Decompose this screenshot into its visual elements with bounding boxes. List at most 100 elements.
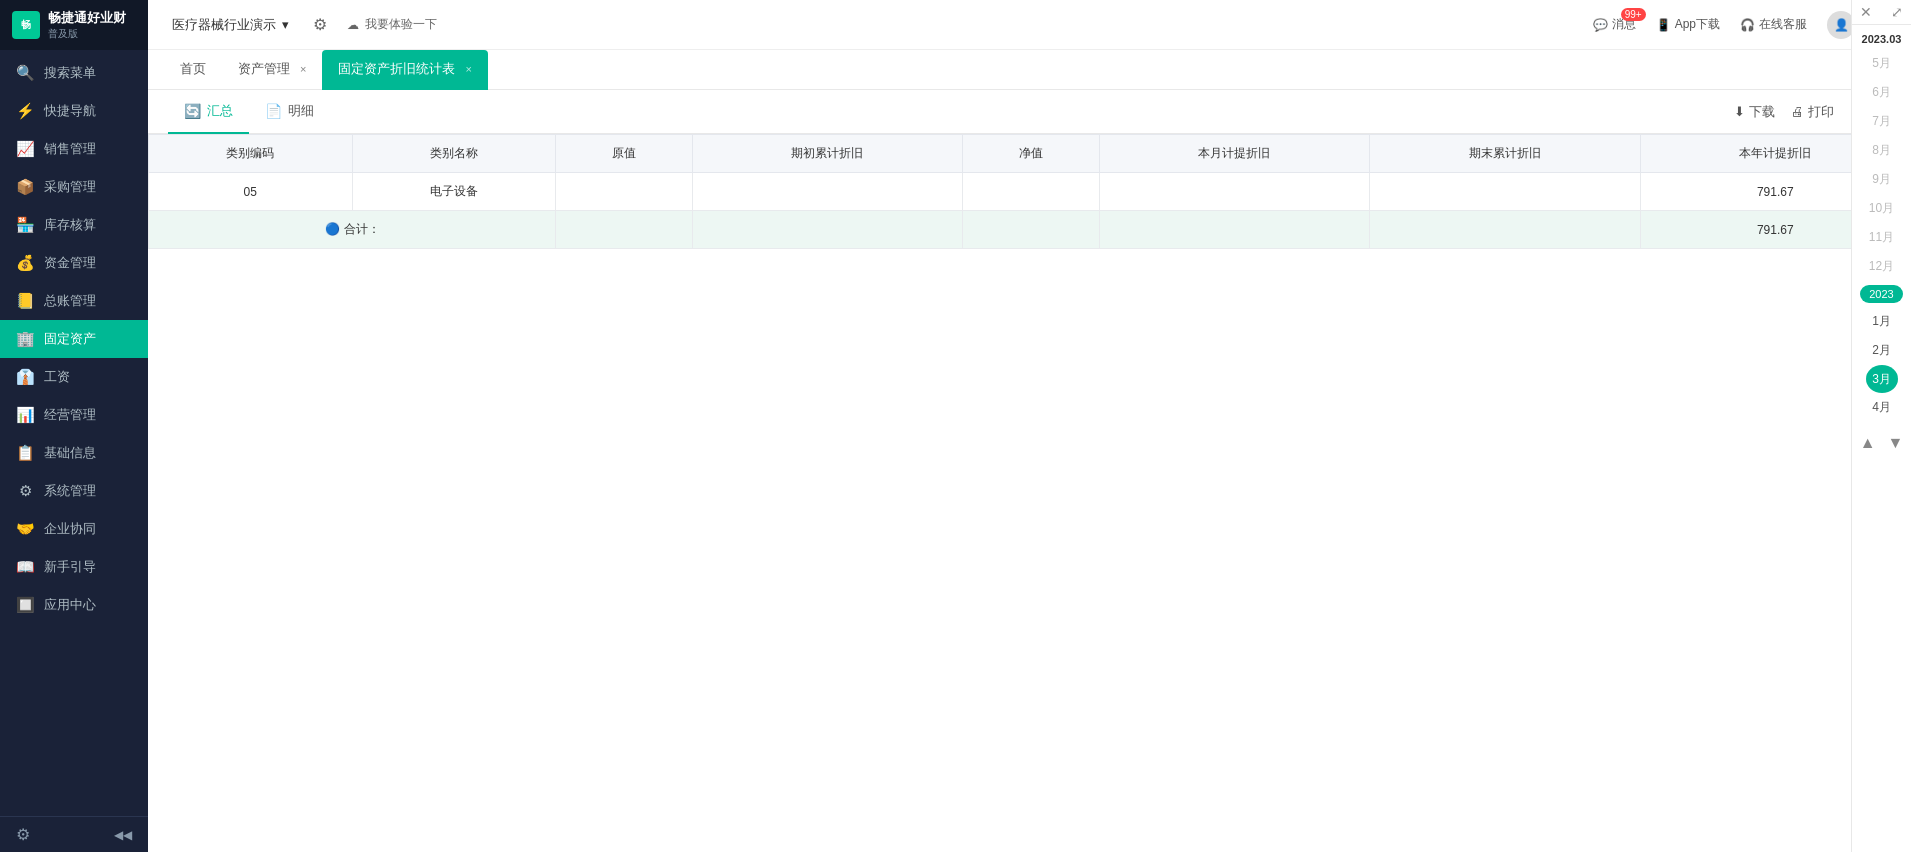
tab-depreciation-label: 固定资产折旧统计表 (338, 60, 455, 78)
app-title: 畅捷通好业财 (48, 9, 126, 27)
sidebar-item-应用中心[interactable]: 🔲 应用中心 (0, 586, 148, 624)
summary-icon: 🔄 (184, 103, 201, 119)
sidebar-icon: 📊 (16, 406, 34, 424)
sidebar-item-库存核算[interactable]: 🏪库存核算 (0, 206, 148, 244)
company-name: 医疗器械行业演示 (172, 16, 276, 34)
print-btn[interactable]: 🖨 打印 (1791, 103, 1834, 121)
sidebar-item-经营管理[interactable]: 📊 经营管理 (0, 396, 148, 434)
sidebar-label: 应用中心 (44, 596, 96, 614)
cloud-icon: ☁ (347, 18, 359, 32)
customer-service-label: 在线客服 (1759, 16, 1807, 33)
main-area: 医疗器械行业演示 ▾ ⚙ ☁ 我要体验一下 💬 消息 99+ 📱 App下载 🎧… (148, 0, 1911, 852)
app-download-label: App下载 (1675, 16, 1720, 33)
sidebar-item-新手引导[interactable]: 📖新手引导 (0, 548, 148, 586)
download-icon: 📱 (1656, 18, 1671, 32)
total-icon: 🔵 (325, 222, 340, 236)
month-item[interactable]: 9月 (1852, 165, 1911, 194)
sidebar-item-销售管理[interactable]: 📈销售管理 (0, 130, 148, 168)
cell-name: 电子设备 (352, 173, 556, 211)
sidebar-label: 总账管理 (44, 292, 96, 310)
year-badge[interactable]: 2023 (1860, 285, 1903, 303)
month-item[interactable]: 1月 (1852, 307, 1911, 336)
sidebar-item-企业协同[interactable]: 🤝企业协同 (0, 510, 148, 548)
sidebar-label: 资金管理 (44, 254, 96, 272)
sidebar-label: 经营管理 (44, 406, 96, 424)
main-content-area: 🔄 汇总 📄 明细 ⬇ 下载 🖨 打印 (148, 90, 1911, 852)
sidebar-icon: 🏪 (16, 216, 34, 234)
tab-depreciation-report[interactable]: 固定资产折旧统计表 × (322, 50, 487, 90)
sidebar-footer: ⚙ ◀◀ (0, 816, 148, 852)
sidebar-icon: 🤝 (16, 520, 34, 538)
depreciation-table: 类别编码 类别名称 原值 期初累计折旧 净值 本月计提折旧 期末累计折旧 本年计… (148, 134, 1911, 249)
month-item[interactable]: 11月 (1852, 223, 1911, 252)
sub-tabs: 🔄 汇总 📄 明细 ⬇ 下载 🖨 打印 (148, 90, 1911, 134)
sidebar-item-资金管理[interactable]: 💰 资金管理 (0, 244, 148, 282)
message-icon: 💬 (1593, 18, 1608, 32)
sidebar-item-总账管理[interactable]: 📒 总账管理 (0, 282, 148, 320)
month-item[interactable]: 2月 (1852, 336, 1911, 365)
tab-home[interactable]: 首页 (164, 50, 222, 90)
experience-btn[interactable]: ☁ 我要体验一下 (347, 16, 437, 33)
sidebar-icon: 📈 (16, 140, 34, 158)
download-icon: ⬇ (1734, 104, 1745, 119)
sidebar-item-系统管理[interactable]: ⚙系统管理 (0, 472, 148, 510)
sidebar-item-搜索菜单[interactable]: 🔍搜索菜单 (0, 54, 148, 92)
company-selector[interactable]: 医疗器械行业演示 ▾ (164, 12, 297, 38)
messages-badge: 99+ (1621, 8, 1646, 21)
sidebar-label: 采购管理 (44, 178, 96, 196)
month-item[interactable]: 12月 (1852, 252, 1911, 281)
panel-prev-btn[interactable]: ▲ (1856, 430, 1880, 456)
sidebar-icon: 📒 (16, 292, 34, 310)
app-download-btn[interactable]: 📱 App下载 (1656, 16, 1720, 33)
app-subtitle: 普及版 (48, 27, 126, 41)
messages-btn[interactable]: 💬 消息 99+ (1593, 16, 1636, 33)
sidebar: 畅 畅捷通好业财 普及版 🔍搜索菜单⚡快捷导航📈销售管理📦采购管理🏪库存核算💰资… (0, 0, 148, 852)
sidebar-item-快捷导航[interactable]: ⚡快捷导航 (0, 92, 148, 130)
sidebar-item-基础信息[interactable]: 📋基础信息 (0, 434, 148, 472)
headset-icon: 🎧 (1740, 18, 1755, 32)
sidebar-icon: 👔 (16, 368, 34, 386)
settings-icon[interactable]: ⚙ (16, 825, 30, 844)
sidebar-item-采购管理[interactable]: 📦采购管理 (0, 168, 148, 206)
sidebar-label: 系统管理 (44, 482, 96, 500)
month-item[interactable]: 8月 (1852, 136, 1911, 165)
download-btn[interactable]: ⬇ 下载 (1734, 103, 1775, 121)
panel-next-btn[interactable]: ▼ (1884, 430, 1908, 456)
cell-initial-acc (692, 173, 962, 211)
table-header-row: 类别编码 类别名称 原值 期初累计折旧 净值 本月计提折旧 期末累计折旧 本年计… (149, 135, 1911, 173)
total-end-acc (1370, 211, 1640, 249)
sidebar-item-固定资产[interactable]: 🏢固定资产 (0, 320, 148, 358)
collapse-icon[interactable]: ◀◀ (114, 828, 132, 842)
sidebar-nav: 🔍搜索菜单⚡快捷导航📈销售管理📦采购管理🏪库存核算 💰 资金管理 📒 总账管理 🏢固定资产… (0, 50, 148, 816)
col-end-acc: 期末累计折旧 (1370, 135, 1640, 173)
total-original (556, 211, 693, 249)
col-original: 原值 (556, 135, 693, 173)
sub-tab-summary[interactable]: 🔄 汇总 (168, 90, 249, 134)
panel-nav: ▲ ▼ (1852, 430, 1911, 456)
months-current: 1月2月3月4月 (1852, 307, 1911, 422)
month-item[interactable]: 4月 (1852, 393, 1911, 422)
col-net: 净值 (963, 135, 1100, 173)
month-item[interactable]: 7月 (1852, 107, 1911, 136)
cell-end-acc (1370, 173, 1640, 211)
sub-tab-detail[interactable]: 📄 明细 (249, 90, 330, 134)
month-item[interactable]: 6月 (1852, 90, 1911, 107)
tab-asset-management[interactable]: 资产管理 × (222, 50, 322, 90)
sidebar-icon: 🔍 (16, 64, 34, 82)
col-code: 类别编码 (149, 135, 353, 173)
month-item[interactable]: 3月 (1866, 365, 1898, 393)
month-item[interactable]: 10月 (1852, 194, 1911, 223)
table-area: 类别编码 类别名称 原值 期初累计折旧 净值 本月计提折旧 期末累计折旧 本年计… (148, 134, 1911, 852)
detail-icon: 📄 (265, 103, 282, 119)
customer-service-btn[interactable]: 🎧 在线客服 (1740, 16, 1807, 33)
tab-depreciation-close[interactable]: × (465, 63, 471, 75)
sidebar-label: 快捷导航 (44, 102, 96, 120)
sidebar-icon: 🔲 (16, 596, 34, 614)
topbar-settings-icon[interactable]: ⚙ (313, 15, 327, 34)
app-title-block: 畅捷通好业财 普及版 (48, 9, 126, 41)
sidebar-item-工资[interactable]: 👔工资 (0, 358, 148, 396)
content: 🔄 汇总 📄 明细 ⬇ 下载 🖨 打印 (148, 90, 1911, 852)
sidebar-icon: 💰 (16, 254, 34, 272)
tab-asset-close[interactable]: × (300, 63, 306, 75)
table-total-row: 🔵合计： 791.67 (149, 211, 1911, 249)
